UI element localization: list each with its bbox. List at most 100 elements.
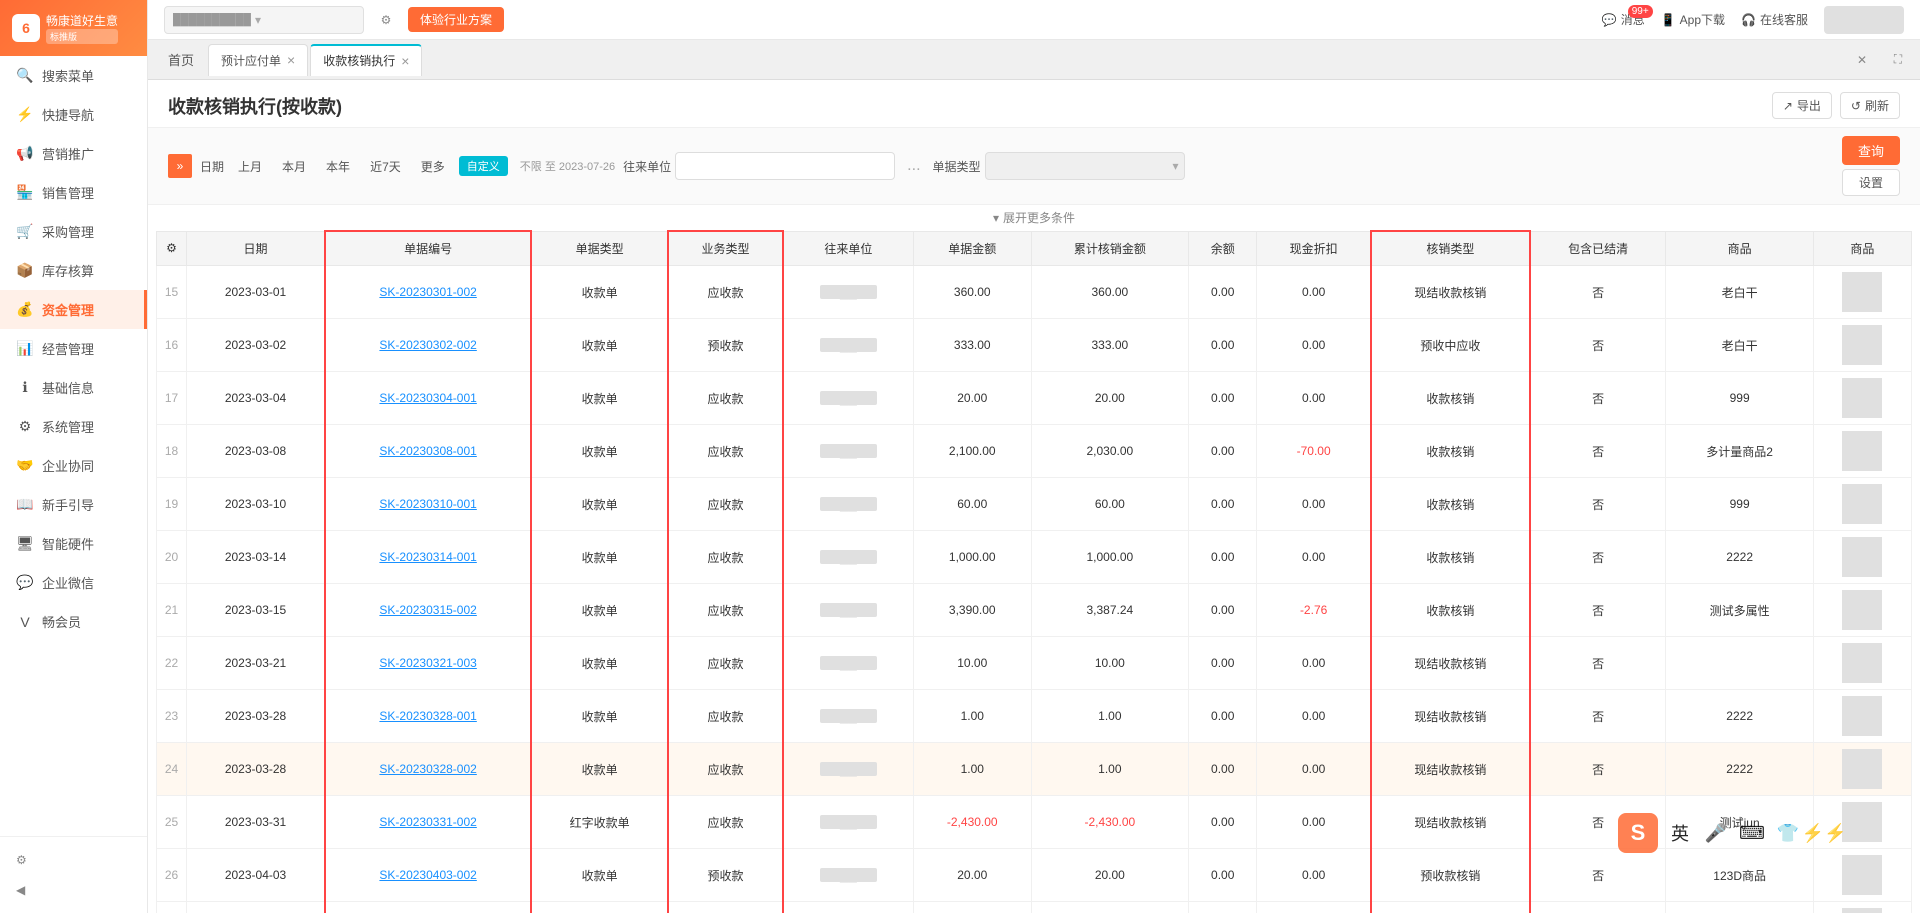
col-settings[interactable]: ⚙ [157,231,187,266]
slip-no-link[interactable]: SK-20230328-001 [379,709,476,723]
cell-slip-type: 收款单 [531,531,668,584]
cell-partner: ██ [783,584,913,637]
slip-no-link[interactable]: SK-20230315-002 [379,603,476,617]
solution-button[interactable]: 体验行业方案 [408,7,504,32]
sidebar-item-search[interactable]: 🔍 搜索菜单 [0,56,147,95]
filter-bar: » 日期 上月 本月 本年 近7天 更多 自定义 不限 至 2023-07-26… [148,128,1920,205]
cell-slip-amount: -2,430.00 [913,796,1031,849]
cell-accum-cancel: 3,387.24 [1031,584,1188,637]
cell-num: 25 [157,796,187,849]
sidebar-item-finance[interactable]: 💰 资金管理 [0,290,147,329]
message-btn[interactable]: 💬 消息 99+ [1602,11,1645,28]
cell-balance: 0.00 [1188,584,1256,637]
sidebar-item-info[interactable]: ℹ 基础信息 [0,368,147,407]
sidebar-collapse[interactable]: ◀ [0,875,147,905]
cell-slip-type: 收款单 [531,266,668,319]
cell-biz-type: 应收款 [668,531,783,584]
pre-payment-label: 预计应付单 [221,52,281,69]
refresh-button[interactable]: ↺ 刷新 [1840,92,1900,119]
collection-exec-label: 收款核销执行 [323,52,395,69]
sidebar-item-hardware[interactable]: 🖥 智能硬件 [0,524,147,563]
slip-no-link[interactable]: SK-20230403-002 [379,868,476,882]
date-custom-btn[interactable]: 自定义 [459,156,508,176]
partner-input[interactable] [675,152,895,180]
col-slip-no: 单据编号 [325,231,531,266]
cell-slip-type: 收款单 [531,372,668,425]
cell-num: 15 [157,266,187,319]
cell-slip-no: SK-20230321-003 [325,637,531,690]
cell-product2 [1813,478,1911,531]
sidebar-item-guide[interactable]: 📖 新手引导 [0,485,147,524]
workspace-selector[interactable]: ██████████ ▾ [164,6,364,34]
export-icon: ↗ [1783,99,1793,113]
tab-close-collection[interactable]: × [401,53,409,69]
slip-no-link[interactable]: SK-20230308-001 [379,444,476,458]
tab-collection-exec[interactable]: 收款核销执行 × [310,44,422,76]
expand-more-btn[interactable]: ▾ 展开更多条件 [993,209,1075,226]
sidebar-item-system[interactable]: ⚙ 系统管理 [0,407,147,446]
cell-accum-cancel: 20.00 [1031,372,1188,425]
tab-home[interactable]: 首页 [156,44,206,76]
sidebar-item-operation[interactable]: 📊 经营管理 [0,329,147,368]
cell-cancel-type: 收款核销 [1371,372,1530,425]
filter-more-dots[interactable]: ... [907,157,920,175]
slip-type-select[interactable] [985,152,1185,180]
slip-no-link[interactable]: SK-20230310-001 [379,497,476,511]
cell-slip-no: SK-20230408-001 [325,902,531,913]
sidebar-label-operation: 经营管理 [42,339,94,358]
app-download-btn[interactable]: 📱 App下载 [1661,11,1725,28]
query-button[interactable]: 查询 [1842,136,1900,165]
topbar-gear-btn[interactable]: ⚙ [372,6,400,34]
export-button[interactable]: ↗ 导出 [1772,92,1832,119]
cell-biz-type: 应收款 [668,425,783,478]
sidebar-icon-quicknav: ⚡ [16,106,34,123]
sidebar-item-wechat[interactable]: 💬 企业微信 [0,563,147,602]
tab-pre-payment[interactable]: 预计应付单 × [208,44,308,76]
date-btn-last-month[interactable]: 上月 [232,156,268,177]
cell-include-settled: 否 [1530,531,1666,584]
cell-partner: ██ [783,372,913,425]
table-row: 24 2023-03-28 SK-20230328-002 收款单 应收款 ██… [157,743,1912,796]
slip-no-link[interactable]: SK-20230304-001 [379,391,476,405]
date-btn-this-year[interactable]: 本年 [320,156,356,177]
slip-no-link[interactable]: SK-20230301-002 [379,285,476,299]
cell-include-settled: 否 [1530,690,1666,743]
table-row: 25 2023-03-31 SK-20230331-002 红字收款单 应收款 … [157,796,1912,849]
date-btn-7days[interactable]: 近7天 [364,156,407,177]
sidebar-brand: 畅康道好生意 标推版 [46,12,118,44]
slip-no-link[interactable]: SK-20230302-002 [379,338,476,352]
date-btn-more[interactable]: 更多 [415,156,451,177]
cell-cash-discount: 0.00 [1257,319,1371,372]
sidebar-item-sales[interactable]: 🏪 销售管理 [0,173,147,212]
sidebar-item-purchase[interactable]: 🛒 采购管理 [0,212,147,251]
message-icon: 💬 [1602,13,1617,27]
cell-partner: ██ [783,902,913,913]
settings-button[interactable]: 设置 [1842,169,1900,196]
user-avatar[interactable] [1824,6,1904,34]
sidebar-item-collab[interactable]: 🤝 企业协同 [0,446,147,485]
cell-num: 24 [157,743,187,796]
sidebar-item-quicknav[interactable]: ⚡ 快捷导航 [0,95,147,134]
tab-close-pre-payment[interactable]: × [287,52,295,68]
cell-product: 123D商品 [1666,849,1813,902]
slip-no-link[interactable]: SK-20230314-001 [379,550,476,564]
table-row: 18 2023-03-08 SK-20230308-001 收款单 应收款 ██… [157,425,1912,478]
slip-no-link[interactable]: SK-20230328-002 [379,762,476,776]
slip-no-link[interactable]: SK-20230321-003 [379,656,476,670]
filter-expand-btn[interactable]: » [168,154,192,178]
date-btn-this-month[interactable]: 本月 [276,156,312,177]
slip-no-link[interactable]: SK-20230331-002 [379,815,476,829]
tab-close-all-btn[interactable]: ✕ [1848,46,1876,74]
cell-product2 [1813,425,1911,478]
cell-cash-discount: 0.00 [1257,372,1371,425]
cell-num: 17 [157,372,187,425]
workspace-chevron: ▾ [255,13,261,27]
message-badge: 99+ [1628,5,1653,18]
tab-fullscreen-btn[interactable]: ⛶ [1884,46,1912,74]
online-service-btn[interactable]: 🎧 在线客服 [1741,11,1808,28]
cell-date: 2023-03-04 [187,372,326,425]
sidebar-settings[interactable]: ⚙ [0,845,147,875]
sidebar-item-marketing[interactable]: 📢 营销推广 [0,134,147,173]
sidebar-item-inventory[interactable]: 📦 库存核算 [0,251,147,290]
sidebar-item-member[interactable]: V 畅会员 [0,602,147,641]
